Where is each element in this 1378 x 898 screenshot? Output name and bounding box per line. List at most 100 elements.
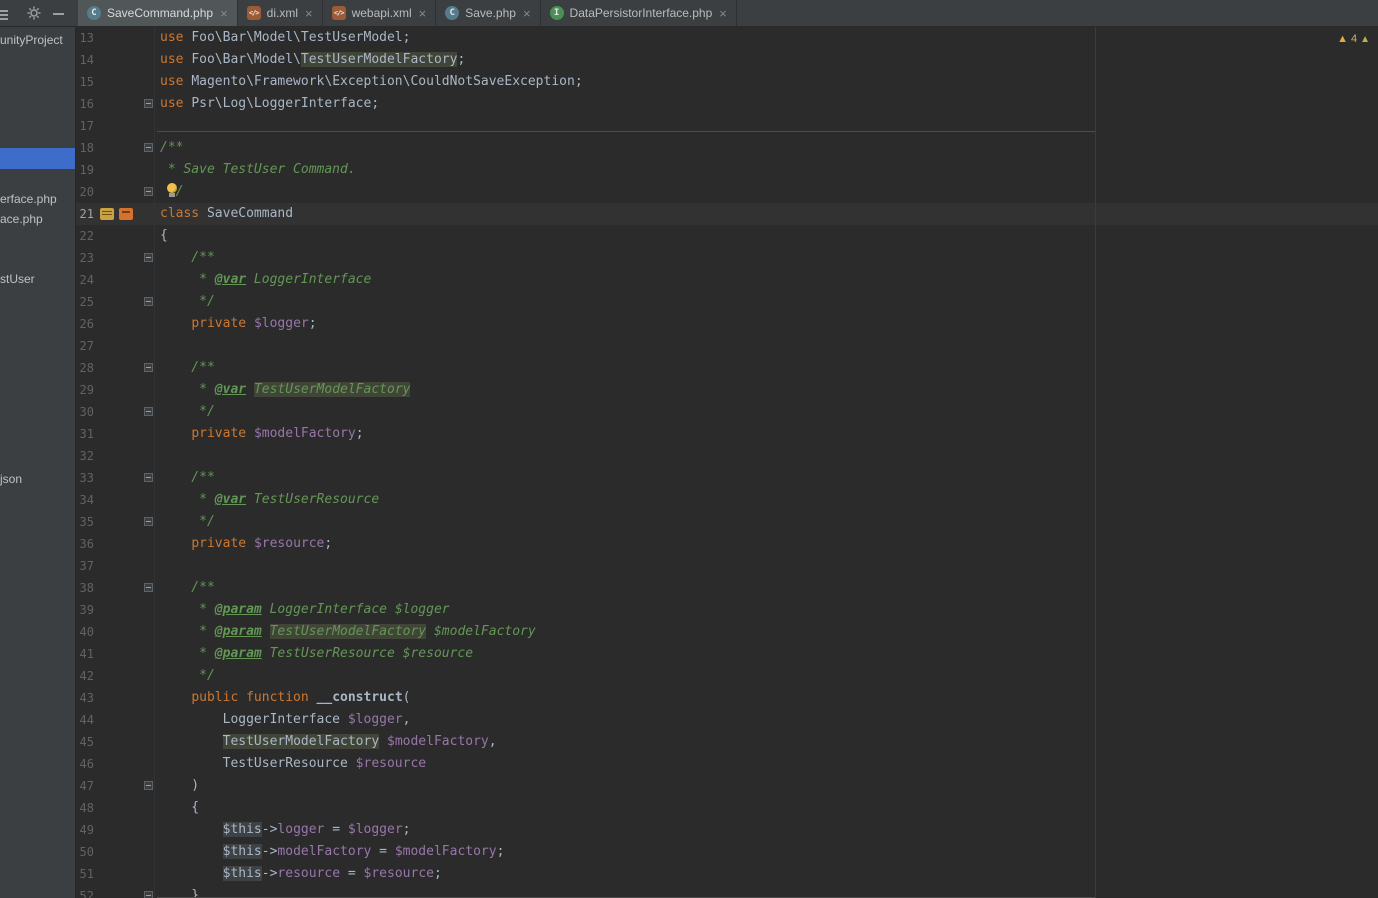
line-number: 36 — [76, 533, 94, 555]
inspection-marker-icon[interactable] — [119, 208, 133, 220]
editor-tab[interactable]: </>di.xml× — [238, 0, 323, 26]
editor-tab[interactable]: IDataPersistorInterface.php× — [541, 0, 737, 26]
tab-close-icon[interactable]: × — [523, 7, 531, 20]
code-text[interactable] — [155, 445, 1378, 467]
code-text[interactable]: * @var TestUserResource — [155, 489, 1378, 511]
editor-tab[interactable]: CSave.php× — [436, 0, 540, 26]
code-text[interactable]: * @param TestUserResource $resource — [155, 643, 1378, 665]
code-token: /** — [160, 470, 215, 485]
code-line: 46 TestUserResource $resource — [76, 753, 1378, 775]
code-text[interactable]: use Foo\Bar\Model\TestUserModel; — [155, 27, 1378, 49]
intention-bulb-icon[interactable] — [166, 183, 178, 200]
line-number: 34 — [76, 489, 94, 511]
tab-close-icon[interactable]: × — [419, 7, 427, 20]
code-text[interactable]: TestUserResource $resource — [155, 753, 1378, 775]
code-text[interactable]: use Foo\Bar\Model\TestUserModelFactory; — [155, 49, 1378, 71]
project-tree-item[interactable]: json — [0, 469, 22, 489]
project-panel[interactable]: unityProject erface.php ace.php stUser json — [0, 27, 76, 898]
code-token — [262, 624, 270, 639]
code-text[interactable]: * @var LoggerInterface — [155, 269, 1378, 291]
code-text[interactable]: use Magento\Framework\Exception\CouldNot… — [155, 71, 1378, 93]
class-marker-icon[interactable] — [100, 208, 114, 220]
code-text[interactable]: class SaveCommand — [155, 203, 1378, 225]
code-text[interactable]: /** — [155, 577, 1378, 599]
code-text[interactable]: ) — [155, 775, 1378, 797]
line-number: 52 — [76, 885, 94, 898]
fold-marker-icon[interactable] — [144, 253, 153, 262]
fold-marker-icon[interactable] — [144, 517, 153, 526]
code-text[interactable]: /** — [155, 137, 1378, 159]
code-token: $modelFactory — [426, 624, 536, 639]
code-line: 50 $this->modelFactory = $modelFactory; — [76, 841, 1378, 863]
code-line: 27 — [76, 335, 1378, 357]
gutter — [94, 753, 140, 775]
code-token: ; — [457, 52, 465, 67]
line-number: 25 — [76, 291, 94, 313]
project-tree-item[interactable]: unityProject — [0, 30, 63, 50]
code-text[interactable]: { — [155, 225, 1378, 247]
fold-marker-icon[interactable] — [144, 363, 153, 372]
code-text[interactable]: private $resource; — [155, 533, 1378, 555]
tab-close-icon[interactable]: × — [305, 7, 313, 20]
minimize-icon[interactable] — [53, 13, 64, 15]
code-text[interactable]: $this->resource = $resource; — [155, 863, 1378, 885]
code-text[interactable]: use Psr\Log\LoggerInterface; — [155, 93, 1378, 115]
editor-tab[interactable]: </>webapi.xml× — [323, 0, 437, 26]
fold-marker-icon[interactable] — [144, 891, 153, 898]
project-tree-item[interactable]: stUser — [0, 269, 35, 289]
line-number: 51 — [76, 863, 94, 885]
code-text[interactable]: */ — [155, 401, 1378, 423]
project-tree-item[interactable]: erface.php — [0, 189, 57, 209]
code-text[interactable]: * Save TestUser Command. — [155, 159, 1378, 181]
code-text[interactable]: * @param LoggerInterface $logger — [155, 599, 1378, 621]
code-text[interactable]: /** — [155, 247, 1378, 269]
code-token — [160, 734, 223, 749]
code-token: logger — [277, 822, 324, 837]
code-text[interactable]: $this->modelFactory = $modelFactory; — [155, 841, 1378, 863]
gear-icon[interactable] — [27, 6, 41, 25]
code-text[interactable]: /** — [155, 467, 1378, 489]
editor-tab[interactable]: CSaveCommand.php× — [78, 0, 238, 26]
code-text[interactable]: * @param TestUserModelFactory $modelFact… — [155, 621, 1378, 643]
code-line: 37 — [76, 555, 1378, 577]
code-text[interactable]: private $logger; — [155, 313, 1378, 335]
code-text[interactable]: */ — [155, 511, 1378, 533]
code-text[interactable]: */ — [155, 665, 1378, 687]
fold-marker-icon[interactable] — [144, 143, 153, 152]
line-number: 41 — [76, 643, 94, 665]
code-text[interactable]: $this->logger = $logger; — [155, 819, 1378, 841]
code-text[interactable]: /** — [155, 357, 1378, 379]
code-text[interactable] — [155, 115, 1378, 137]
code-text[interactable]: private $modelFactory; — [155, 423, 1378, 445]
project-tree-selected-item[interactable] — [0, 148, 75, 169]
tab-close-icon[interactable]: × — [220, 7, 228, 20]
code-text[interactable] — [155, 335, 1378, 357]
code-text[interactable]: public function __construct( — [155, 687, 1378, 709]
tab-close-icon[interactable]: × — [719, 7, 727, 20]
gutter — [94, 401, 140, 423]
code-text[interactable]: TestUserModelFactory $modelFactory, — [155, 731, 1378, 753]
fold-marker-icon[interactable] — [144, 99, 153, 108]
project-tree-item[interactable]: ace.php — [0, 209, 43, 229]
fold-column — [140, 71, 155, 93]
fold-marker-icon[interactable] — [144, 473, 153, 482]
fold-marker-icon[interactable] — [144, 407, 153, 416]
code-text[interactable]: LoggerInterface $logger, — [155, 709, 1378, 731]
fold-marker-icon[interactable] — [144, 187, 153, 196]
code-token: ; — [324, 536, 332, 551]
inspections-widget[interactable]: ▲ 4 ▲ — [1337, 33, 1370, 45]
line-number: 45 — [76, 731, 94, 753]
code-text[interactable]: */ — [155, 291, 1378, 313]
code-line: 36 private $resource; — [76, 533, 1378, 555]
code-text[interactable]: { — [155, 797, 1378, 819]
code-text[interactable]: * @var TestUserModelFactory — [155, 379, 1378, 401]
fold-marker-icon[interactable] — [144, 781, 153, 790]
code-text[interactable]: */ — [155, 181, 1378, 203]
fold-marker-icon[interactable] — [144, 297, 153, 306]
gutter — [94, 643, 140, 665]
code-line: 47 ) — [76, 775, 1378, 797]
project-tree-item-label: erface.php — [0, 192, 57, 206]
code-text[interactable] — [155, 555, 1378, 577]
fold-marker-icon[interactable] — [144, 583, 153, 592]
menu-icon[interactable] — [0, 8, 8, 20]
